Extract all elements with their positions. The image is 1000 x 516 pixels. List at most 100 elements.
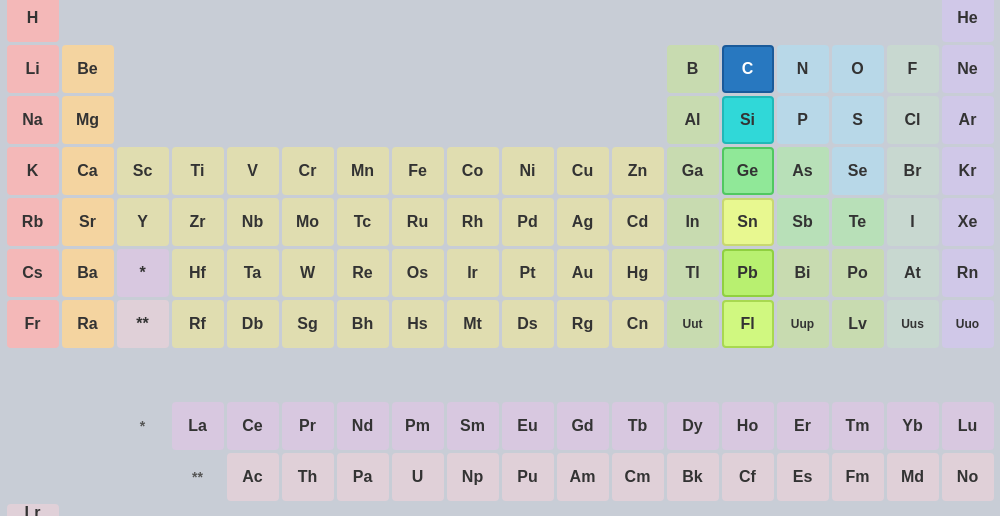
element-P[interactable]: P <box>777 96 829 144</box>
element-Hg[interactable]: Hg <box>612 249 664 297</box>
element-S[interactable]: S <box>832 96 884 144</box>
element-Ba[interactable]: Ba <box>62 249 114 297</box>
element-Ra[interactable]: Ra <box>62 300 114 348</box>
element-Au[interactable]: Au <box>557 249 609 297</box>
element-Fl[interactable]: Fl <box>722 300 774 348</box>
element-Ac[interactable]: Ac <box>227 453 279 501</box>
element-Db[interactable]: Db <box>227 300 279 348</box>
element-Uut[interactable]: Uut <box>667 300 719 348</box>
element-Kr[interactable]: Kr <box>942 147 994 195</box>
element-Yb[interactable]: Yb <box>887 402 939 450</box>
element-Hs[interactable]: Hs <box>392 300 444 348</box>
element-Cl[interactable]: Cl <box>887 96 939 144</box>
element-He[interactable]: He <box>942 0 994 42</box>
element-Rh[interactable]: Rh <box>447 198 499 246</box>
element-Es[interactable]: Es <box>777 453 829 501</box>
element-Ti[interactable]: Ti <box>172 147 224 195</box>
element-Nb[interactable]: Nb <box>227 198 279 246</box>
element-Dy[interactable]: Dy <box>667 402 719 450</box>
element-Md[interactable]: Md <box>887 453 939 501</box>
element-C[interactable]: C <box>722 45 774 93</box>
element-La[interactable]: La <box>172 402 224 450</box>
element-Te[interactable]: Te <box>832 198 884 246</box>
element-Ho[interactable]: Ho <box>722 402 774 450</box>
element-Cu[interactable]: Cu <box>557 147 609 195</box>
element-Be[interactable]: Be <box>62 45 114 93</box>
element-I[interactable]: I <box>887 198 939 246</box>
element-dstar[interactable]: ** <box>117 300 169 348</box>
element-Ta[interactable]: Ta <box>227 249 279 297</box>
element-Ds[interactable]: Ds <box>502 300 554 348</box>
element-B[interactable]: B <box>667 45 719 93</box>
element-Mn[interactable]: Mn <box>337 147 389 195</box>
element-Mt[interactable]: Mt <box>447 300 499 348</box>
element-Ir[interactable]: Ir <box>447 249 499 297</box>
element-Pa[interactable]: Pa <box>337 453 389 501</box>
element-Cf[interactable]: Cf <box>722 453 774 501</box>
element-W[interactable]: W <box>282 249 334 297</box>
element-U[interactable]: U <box>392 453 444 501</box>
element-Uuo[interactable]: Uuo <box>942 300 994 348</box>
element-Po[interactable]: Po <box>832 249 884 297</box>
element-Pd[interactable]: Pd <box>502 198 554 246</box>
element-Lr[interactable]: Lr <box>7 504 59 516</box>
element-Pb[interactable]: Pb <box>722 249 774 297</box>
element-Bi[interactable]: Bi <box>777 249 829 297</box>
element-Na[interactable]: Na <box>7 96 59 144</box>
element-K[interactable]: K <box>7 147 59 195</box>
element-Rb[interactable]: Rb <box>7 198 59 246</box>
element-Gd[interactable]: Gd <box>557 402 609 450</box>
element-Al[interactable]: Al <box>667 96 719 144</box>
element-Os[interactable]: Os <box>392 249 444 297</box>
element-Br[interactable]: Br <box>887 147 939 195</box>
element-Ga[interactable]: Ga <box>667 147 719 195</box>
element-Co[interactable]: Co <box>447 147 499 195</box>
element-Si[interactable]: Si <box>722 96 774 144</box>
element-Mo[interactable]: Mo <box>282 198 334 246</box>
element-Tm[interactable]: Tm <box>832 402 884 450</box>
element-star[interactable]: * <box>117 249 169 297</box>
element-Se[interactable]: Se <box>832 147 884 195</box>
element-As[interactable]: As <box>777 147 829 195</box>
element-Th[interactable]: Th <box>282 453 334 501</box>
element-Fe[interactable]: Fe <box>392 147 444 195</box>
element-Ne[interactable]: Ne <box>942 45 994 93</box>
element-Lv[interactable]: Lv <box>832 300 884 348</box>
element-Rf[interactable]: Rf <box>172 300 224 348</box>
element-Am[interactable]: Am <box>557 453 609 501</box>
element-Pu[interactable]: Pu <box>502 453 554 501</box>
element-Re[interactable]: Re <box>337 249 389 297</box>
element-Fr[interactable]: Fr <box>7 300 59 348</box>
element-Sb[interactable]: Sb <box>777 198 829 246</box>
element-Bh[interactable]: Bh <box>337 300 389 348</box>
element-Fm[interactable]: Fm <box>832 453 884 501</box>
element-Uus[interactable]: Uus <box>887 300 939 348</box>
element-Cs[interactable]: Cs <box>7 249 59 297</box>
element-At[interactable]: At <box>887 249 939 297</box>
element-Xe[interactable]: Xe <box>942 198 994 246</box>
element-Cr[interactable]: Cr <box>282 147 334 195</box>
element-Cn[interactable]: Cn <box>612 300 664 348</box>
element-Pm[interactable]: Pm <box>392 402 444 450</box>
element-Uup[interactable]: Uup <box>777 300 829 348</box>
element-F[interactable]: F <box>887 45 939 93</box>
element-Sg[interactable]: Sg <box>282 300 334 348</box>
element-Tb[interactable]: Tb <box>612 402 664 450</box>
element-Ag[interactable]: Ag <box>557 198 609 246</box>
element-Tc[interactable]: Tc <box>337 198 389 246</box>
element-Rg[interactable]: Rg <box>557 300 609 348</box>
element-Er[interactable]: Er <box>777 402 829 450</box>
element-H[interactable]: H <box>7 0 59 42</box>
element-Hf[interactable]: Hf <box>172 249 224 297</box>
element-N[interactable]: N <box>777 45 829 93</box>
element-Li[interactable]: Li <box>7 45 59 93</box>
element-Ar[interactable]: Ar <box>942 96 994 144</box>
element-Ca[interactable]: Ca <box>62 147 114 195</box>
element-Ge[interactable]: Ge <box>722 147 774 195</box>
element-Sn[interactable]: Sn <box>722 198 774 246</box>
element-Sc[interactable]: Sc <box>117 147 169 195</box>
element-Np[interactable]: Np <box>447 453 499 501</box>
element-Cm[interactable]: Cm <box>612 453 664 501</box>
element-Lu[interactable]: Lu <box>942 402 994 450</box>
element-Y[interactable]: Y <box>117 198 169 246</box>
